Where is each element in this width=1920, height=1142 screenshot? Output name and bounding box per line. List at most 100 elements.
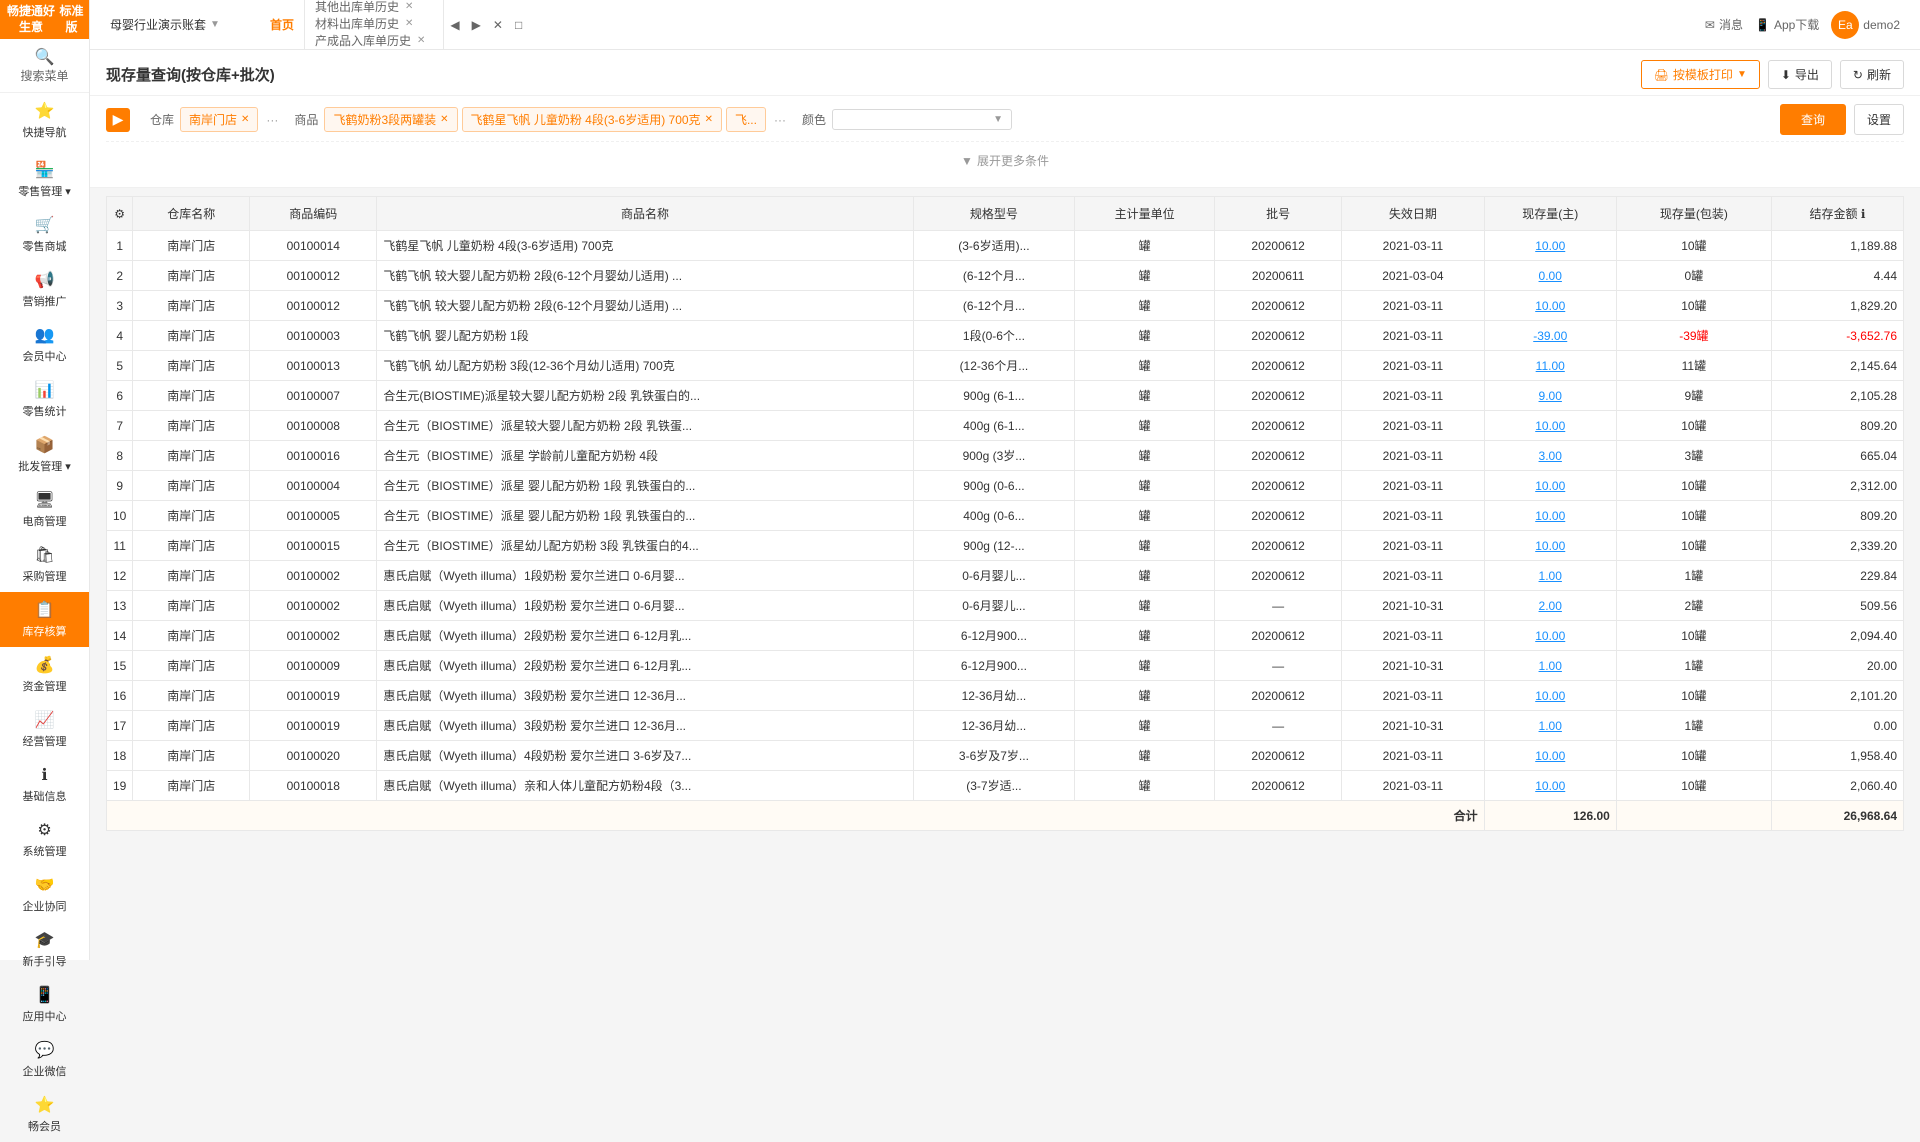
product-tag-2-remove[interactable]: ✕ — [705, 114, 713, 125]
row-warehouse-8: 南岸门店 — [133, 471, 250, 501]
tab-nav-next[interactable]: ▶ — [466, 0, 487, 49]
avatar: Ea — [1831, 11, 1859, 39]
row-qty-main-18[interactable]: 10.00 — [1484, 771, 1616, 801]
sidebar-item-1[interactable]: 🛒 零售商城 — [0, 207, 89, 262]
message-btn[interactable]: ✉ 消息 — [1705, 16, 1743, 33]
row-warehouse-1: 南岸门店 — [133, 261, 250, 291]
sidebar-item-8[interactable]: 📋 库存核算 — [0, 592, 89, 647]
row-qty-main-7[interactable]: 3.00 — [1484, 441, 1616, 471]
tab-nav-prev[interactable]: ◀ — [444, 0, 465, 49]
row-qty-main-9[interactable]: 10.00 — [1484, 501, 1616, 531]
tab-4[interactable]: 其他出库单历史 ✕ — [305, 0, 444, 15]
sidebar-item-6[interactable]: 🖥 电商管理 — [0, 482, 89, 537]
row-qty-main-15[interactable]: 10.00 — [1484, 681, 1616, 711]
row-warehouse-17: 南岸门店 — [133, 741, 250, 771]
settings-btn[interactable]: 设置 — [1854, 104, 1904, 135]
table-row: 7 南岸门店 00100008 合生元（BIOSTIME）派星较大婴儿配方奶粉 … — [107, 411, 1904, 441]
row-amount-15: 2,101.20 — [1771, 681, 1903, 711]
sidebar-item-16[interactable]: 💬 企业微信 — [0, 1032, 89, 1087]
row-qty-main-10[interactable]: 10.00 — [1484, 531, 1616, 561]
row-qty-main-6[interactable]: 10.00 — [1484, 411, 1616, 441]
row-qty-main-4[interactable]: 11.00 — [1484, 351, 1616, 381]
row-spec-14: 6-12月900... — [913, 651, 1075, 681]
row-batch-13: 20200612 — [1215, 621, 1342, 651]
tab-close-all[interactable]: ✕ — [487, 0, 509, 49]
col-code: 商品编码 — [250, 197, 377, 231]
sidebar-item-13[interactable]: 🤝 企业协同 — [0, 867, 89, 922]
filter-row: ▶ 仓库 南岸门店 ✕ ··· 商品 飞鹤奶粉3段两罐装 ✕ — [106, 104, 1904, 135]
row-batch-1: 20200611 — [1215, 261, 1342, 291]
tab-5[interactable]: 材料出库单历史 ✕ — [305, 15, 444, 32]
row-spec-2: (6-12个月... — [913, 291, 1075, 321]
sidebar-item-2[interactable]: 📢 营销推广 — [0, 262, 89, 317]
tab-home[interactable]: 首页 — [260, 0, 305, 49]
warehouse-tag-remove[interactable]: ✕ — [241, 114, 249, 125]
row-amount-17: 1,958.40 — [1771, 741, 1903, 771]
warehouse-filter: 仓库 南岸门店 ✕ ··· — [150, 107, 282, 132]
row-qty-main-1[interactable]: 0.00 — [1484, 261, 1616, 291]
sidebar-item-17[interactable]: ⭐ 畅会员 — [0, 1087, 89, 1142]
row-no-16: 17 — [107, 711, 133, 741]
sidebar-item-15[interactable]: 📱 应用中心 — [0, 977, 89, 1032]
product-tag-2[interactable]: 飞鹤星飞帆 儿童奶粉 4段(3-6岁适用) 700克 ✕ — [462, 107, 722, 132]
tab-maximize[interactable]: □ — [509, 0, 528, 49]
row-qty-main-17[interactable]: 10.00 — [1484, 741, 1616, 771]
row-name-7: 合生元（BIOSTIME）派星 学龄前儿童配方奶粉 4段 — [377, 441, 913, 471]
row-qty-pkg-11: 1罐 — [1616, 561, 1771, 591]
sidebar-item-7[interactable]: 🛍 采购管理 — [0, 537, 89, 592]
sidebar-item-0[interactable]: 🏪 零售管理 ▾ — [0, 152, 89, 207]
row-amount-18: 2,060.40 — [1771, 771, 1903, 801]
table-footer-row: 合计 126.00 26,968.64 — [107, 801, 1904, 831]
row-qty-main-14[interactable]: 1.00 — [1484, 651, 1616, 681]
product-tag-1-remove[interactable]: ✕ — [440, 114, 448, 125]
row-qty-main-8[interactable]: 10.00 — [1484, 471, 1616, 501]
sidebar-item-11[interactable]: ℹ 基础信息 — [0, 757, 89, 812]
query-btn[interactable]: 查询 — [1780, 104, 1846, 135]
row-spec-3: 1段(0-6个... — [913, 321, 1075, 351]
row-qty-pkg-0: 10罐 — [1616, 231, 1771, 261]
warehouse-ellipsis[interactable]: ··· — [262, 113, 282, 127]
product-tag-more[interactable]: 飞... — [726, 107, 766, 132]
row-unit-3: 罐 — [1075, 321, 1215, 351]
table-row: 13 南岸门店 00100002 惠氏启赋（Wyeth illuma）1段奶粉 … — [107, 591, 1904, 621]
row-qty-main-11[interactable]: 1.00 — [1484, 561, 1616, 591]
app-download-btn[interactable]: 📱 App下载 — [1755, 16, 1819, 33]
filter-expand-row: ▼ 展开更多条件 — [106, 141, 1904, 179]
sidebar-item-quick-nav[interactable]: ⭐ 快捷导航 — [0, 93, 89, 148]
sidebar-item-14[interactable]: 🎓 新手引导 — [0, 922, 89, 977]
row-code-15: 00100019 — [250, 681, 377, 711]
sidebar-item-3[interactable]: 👥 会员中心 — [0, 317, 89, 372]
col-settings[interactable]: ⚙ — [107, 197, 133, 231]
row-batch-6: 20200612 — [1215, 411, 1342, 441]
row-qty-main-3[interactable]: -39.00 — [1484, 321, 1616, 351]
row-qty-main-2[interactable]: 10.00 — [1484, 291, 1616, 321]
account-selector[interactable]: 母婴行业演示账套 ▼ — [100, 16, 260, 33]
row-qty-main-0[interactable]: 10.00 — [1484, 231, 1616, 261]
row-qty-main-5[interactable]: 9.00 — [1484, 381, 1616, 411]
export-btn[interactable]: ⬇ 导出 — [1768, 60, 1832, 89]
warehouse-tag[interactable]: 南岸门店 ✕ — [180, 107, 258, 132]
product-ellipsis[interactable]: ··· — [770, 113, 790, 127]
row-code-13: 00100002 — [250, 621, 377, 651]
sidebar-item-10[interactable]: 📈 经营管理 — [0, 702, 89, 757]
row-qty-main-12[interactable]: 2.00 — [1484, 591, 1616, 621]
color-filter-input[interactable]: ▼ — [832, 109, 1012, 130]
sidebar-search[interactable]: 🔍 搜索菜单 — [0, 39, 89, 93]
product-tag-1[interactable]: 飞鹤奶粉3段两罐装 ✕ — [324, 107, 457, 132]
row-warehouse-9: 南岸门店 — [133, 501, 250, 531]
sidebar-item-5[interactable]: 📦 批发管理 ▾ — [0, 427, 89, 482]
row-code-12: 00100002 — [250, 591, 377, 621]
user-avatar[interactable]: Ea demo2 — [1831, 11, 1900, 39]
row-no-14: 15 — [107, 651, 133, 681]
tab-6[interactable]: 产成品入库单历史 ✕ — [305, 32, 444, 49]
row-qty-main-16[interactable]: 1.00 — [1484, 711, 1616, 741]
sidebar-item-9[interactable]: 💰 资金管理 — [0, 647, 89, 702]
filter-expand-arrow[interactable]: ▶ — [106, 108, 130, 132]
sidebar-item-12[interactable]: ⚙ 系统管理 — [0, 812, 89, 867]
row-qty-main-13[interactable]: 10.00 — [1484, 621, 1616, 651]
print-btn[interactable]: 🖨 按模板打印 ▼ — [1641, 60, 1760, 89]
expand-more-btn[interactable]: ▼ 展开更多条件 — [106, 152, 1904, 169]
sidebar-item-4[interactable]: 📊 零售统计 — [0, 372, 89, 427]
refresh-btn[interactable]: ↻ 刷新 — [1840, 60, 1904, 89]
row-warehouse-6: 南岸门店 — [133, 411, 250, 441]
